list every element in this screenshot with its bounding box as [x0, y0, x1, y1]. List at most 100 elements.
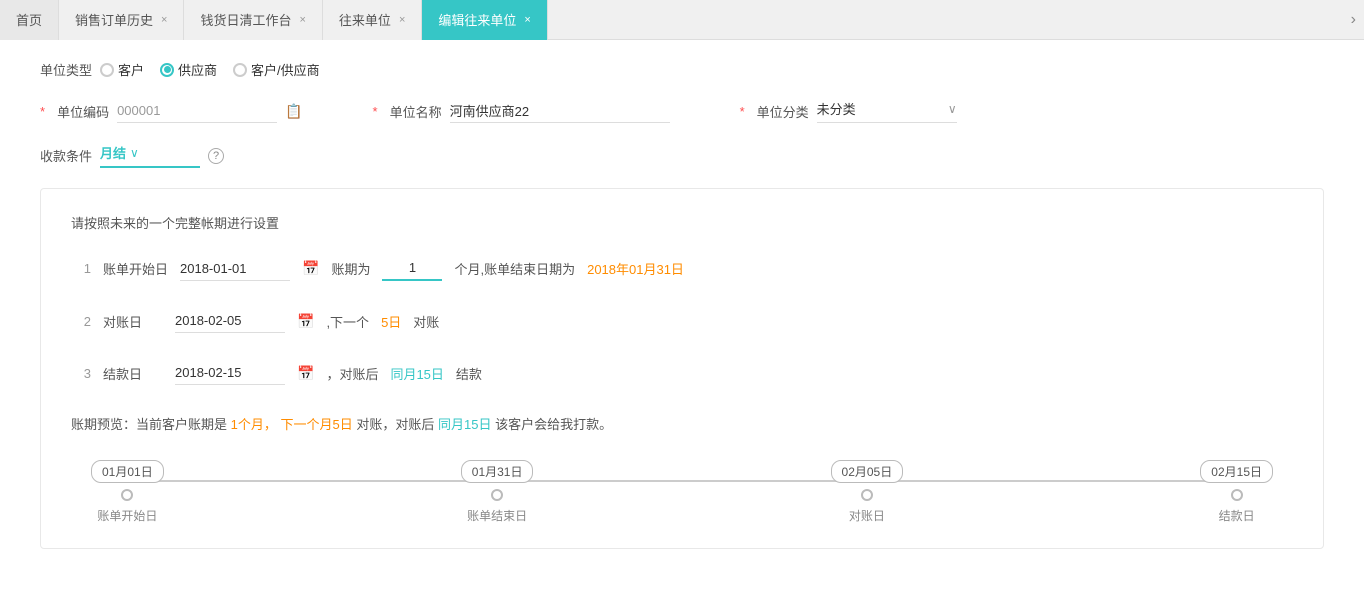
month-input[interactable] [382, 256, 442, 281]
node-3-badge: 02月05日 [831, 460, 904, 483]
billing-period-card: 请按照未来的一个完整帐期进行设置 1 账单开始日 📅 账期为 个月,账单结束日期… [40, 188, 1324, 549]
end-date-highlight: 2018年01月31日 [587, 259, 684, 278]
name-group: * 单位名称 [373, 99, 670, 123]
unit-type-label: 单位类型 [40, 60, 92, 79]
radio-supplier-label: 供应商 [178, 60, 217, 79]
name-input[interactable] [450, 99, 670, 123]
timeline-node-1: 01月01日 账单开始日 [91, 460, 164, 524]
start-date-input[interactable] [180, 257, 290, 281]
node-2-dot [491, 489, 503, 501]
unit-type-row: 单位类型 客户 供应商 客户/供应商 [40, 60, 1324, 79]
help-icon[interactable]: ? [208, 148, 224, 164]
radio-customer-supplier-circle [233, 63, 247, 77]
reconcile-date-input[interactable] [175, 309, 285, 333]
tab-sales-order-history[interactable]: 销售订单历史 × [59, 0, 184, 40]
row-num-3: 3 [71, 366, 91, 381]
node-1-dot [121, 489, 133, 501]
timeline-node-3: 02月05日 对账日 [831, 460, 904, 524]
payment-condition-value: 月结 [100, 143, 126, 162]
payment-group: 收款条件 月结 ∨ ? [40, 143, 224, 168]
row-num-1: 1 [71, 261, 91, 276]
tab-sales-order-history-close[interactable]: × [161, 14, 167, 26]
tab-home-label: 首页 [16, 10, 42, 29]
name-label: 单位名称 [390, 102, 442, 121]
node-3-dot [861, 489, 873, 501]
preview-label: 账期预览：当前客户账期是 [71, 417, 227, 432]
tab-edit-partner-units[interactable]: 编辑往来单位 × [422, 0, 547, 40]
row-label-3: 结款日 [103, 364, 163, 383]
settlement-suffix1: ，对账后 [326, 364, 378, 383]
tab-bar: 首页 销售订单历史 × 钱货日清工作台 × 往来单位 × 编辑往来单位 × › [0, 0, 1364, 40]
tab-partner-units[interactable]: 往来单位 × [323, 0, 422, 40]
tab-cash-flow-workbench-close[interactable]: × [299, 14, 305, 26]
node-4-badge: 02月15日 [1200, 460, 1273, 483]
node-3-label: 对账日 [849, 507, 885, 524]
radio-customer-supplier[interactable]: 客户/供应商 [233, 60, 320, 79]
radio-customer-label: 客户 [118, 60, 144, 79]
category-chevron-icon: ∨ [948, 102, 957, 116]
category-value: 未分类 [817, 99, 944, 118]
radio-supplier-inner [164, 66, 171, 73]
setting-row-2: 2 对账日 📅 ,下一个5日 对账 [71, 309, 1293, 333]
preview-1-month: 1个月， [231, 417, 277, 432]
tab-cash-flow-workbench[interactable]: 钱货日清工作台 × [184, 0, 322, 40]
setting-row-3: 3 结款日 📅 ，对账后 同月15日 结款 [71, 361, 1293, 385]
timeline-section: 01月01日 账单开始日 01月31日 账单结束日 02月05日 对账日 [71, 460, 1293, 524]
settlement-date-input[interactable] [175, 361, 285, 385]
radio-customer-supplier-label: 客户/供应商 [251, 60, 320, 79]
node-1-label: 账单开始日 [97, 507, 157, 524]
radio-supplier[interactable]: 供应商 [160, 60, 217, 79]
payment-condition-select[interactable]: 月结 ∨ [100, 143, 200, 168]
setting-row-1: 1 账单开始日 📅 账期为 个月,账单结束日期为 2018年01月31日 [71, 256, 1293, 281]
node-2-label: 账单结束日 [467, 507, 527, 524]
preview-end: 该客户会给我打款。 [495, 417, 612, 432]
payment-chevron-icon: ∨ [130, 146, 139, 160]
payment-label: 收款条件 [40, 146, 92, 165]
timeline-node-2: 01月31日 账单结束日 [461, 460, 534, 524]
reconcile-highlight: 5日 [381, 312, 401, 331]
preview-text: 账期预览：当前客户账期是 1个月， 下一个月5日 对账，对账后 同月15日 该客… [71, 413, 1293, 436]
code-required-star: * [40, 104, 45, 119]
row-num-2: 2 [71, 314, 91, 329]
settlement-suffix2: 结款 [456, 364, 482, 383]
category-select[interactable]: 未分类 ∨ [817, 99, 957, 123]
tab-edit-partner-units-label: 编辑往来单位 [438, 10, 516, 29]
tab-overflow-chevron[interactable]: › [1343, 11, 1364, 29]
code-icon[interactable]: 📋 [285, 103, 302, 120]
row-label-1: 账单开始日 [103, 259, 168, 278]
tab-sales-order-history-label: 销售订单历史 [75, 10, 153, 29]
tab-partner-units-label: 往来单位 [339, 10, 391, 29]
timeline-nodes: 01月01日 账单开始日 01月31日 账单结束日 02月05日 对账日 [91, 460, 1273, 524]
node-4-label: 结款日 [1219, 507, 1255, 524]
reconcile-calendar-icon[interactable]: 📅 [297, 313, 314, 330]
tab-cash-flow-workbench-label: 钱货日清工作台 [200, 10, 291, 29]
code-group: * 单位编码 📋 [40, 99, 303, 123]
code-input[interactable] [117, 99, 277, 123]
category-label: 单位分类 [757, 102, 809, 121]
node-1-badge: 01月01日 [91, 460, 164, 483]
unit-type-radio-group: 客户 供应商 客户/供应商 [100, 60, 320, 79]
start-date-calendar-icon[interactable]: 📅 [302, 260, 319, 277]
settlement-calendar-icon[interactable]: 📅 [297, 365, 314, 382]
period-label: 账期为 [331, 259, 370, 278]
timeline-node-4: 02月15日 结款日 [1200, 460, 1273, 524]
radio-customer[interactable]: 客户 [100, 60, 144, 79]
name-required-star: * [373, 104, 378, 119]
node-2-badge: 01月31日 [461, 460, 534, 483]
main-content: 单位类型 客户 供应商 客户/供应商 [0, 40, 1364, 608]
payment-row: 收款条件 月结 ∨ ? [40, 143, 1324, 168]
radio-supplier-circle [160, 63, 174, 77]
tab-edit-partner-units-close[interactable]: × [524, 14, 530, 26]
card-title: 请按照未来的一个完整帐期进行设置 [71, 213, 1293, 232]
reconcile-suffix2: 对账 [413, 312, 439, 331]
settlement-highlight: 同月15日 [390, 364, 443, 383]
reconcile-suffix1: ,下一个 [326, 312, 369, 331]
radio-customer-circle [100, 63, 114, 77]
category-group: * 单位分类 未分类 ∨ [740, 99, 957, 123]
preview-next: 下一个月5日 [281, 417, 353, 432]
category-required-star: * [740, 104, 745, 119]
tab-home[interactable]: 首页 [0, 0, 59, 40]
preview-same: 同月15日 [438, 417, 495, 432]
code-name-category-row: * 单位编码 📋 * 单位名称 * 单位分类 未分类 ∨ [40, 99, 1324, 123]
tab-partner-units-close[interactable]: × [399, 14, 405, 26]
